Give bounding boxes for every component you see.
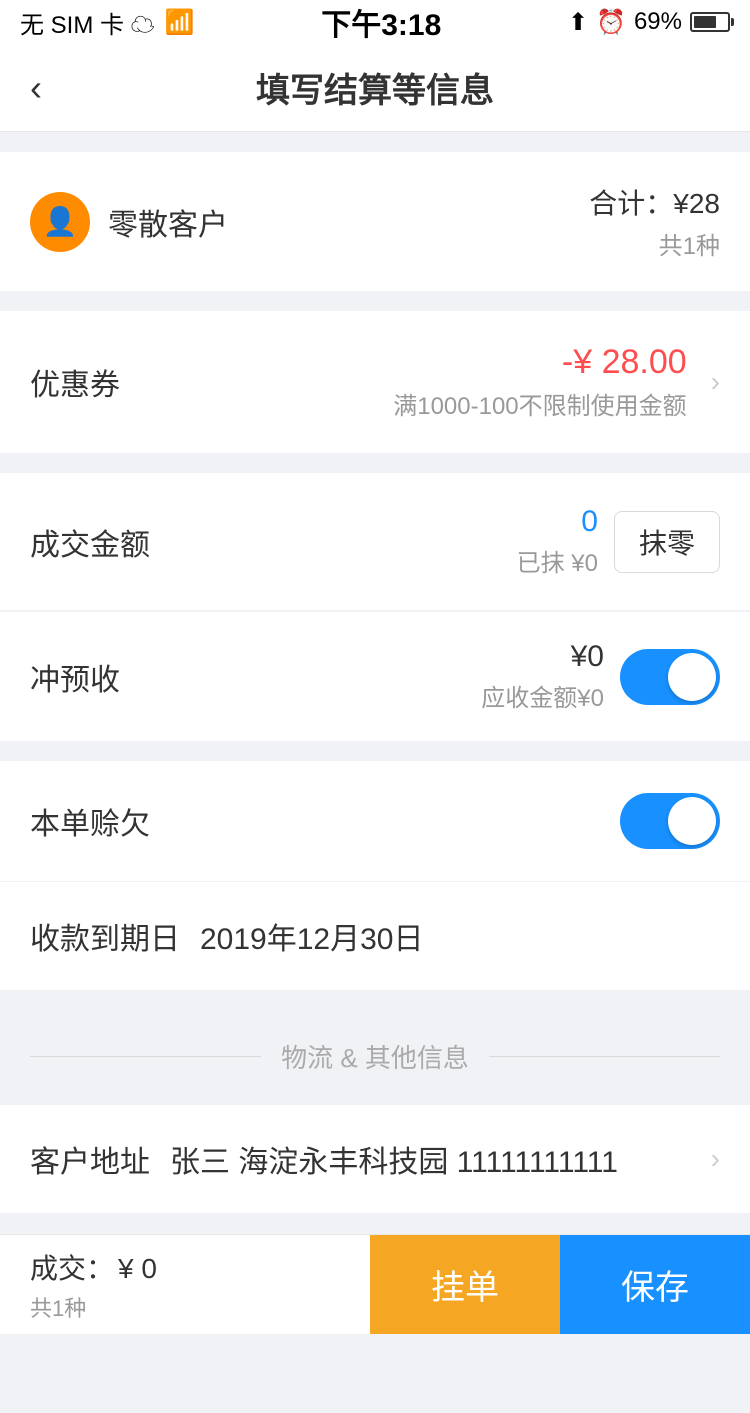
deal-amount-right: 0 已抹 ¥0 抹零 [517, 505, 720, 578]
status-bar-left: 无 SIM 卡 ☁ 📶 [20, 5, 195, 40]
logistics-line-right [489, 1056, 720, 1057]
coupon-label: 优惠券 [30, 360, 120, 404]
due-date-value: 2019年12月30日 [200, 914, 423, 958]
deal-amount-row: 成交金额 0 已抹 ¥0 抹零 [0, 473, 750, 611]
status-bar-time: 下午3:18 [321, 0, 441, 44]
divider-4 [0, 990, 750, 1010]
prepayment-right: ¥0 应收金额¥0 [481, 640, 720, 713]
coupon-chevron-icon: › [711, 366, 720, 398]
address-value: 张三 海淀永丰科技园 11111111111 [170, 1137, 703, 1181]
due-date-row: 收款到期日 2019年12月30日 [0, 881, 750, 990]
debt-label: 本单赊欠 [30, 799, 150, 843]
hold-button[interactable]: 挂单 [370, 1235, 560, 1334]
footer-info: 成交： ¥ 0 共1种 [0, 1235, 370, 1334]
coupon-right: -¥ 28.00 满1000-100不限制使用金额 › [393, 343, 720, 421]
logistics-header: 物流 & 其他信息 [0, 1010, 750, 1103]
divider-1 [0, 291, 750, 311]
round-button[interactable]: 抹零 [614, 511, 720, 573]
customer-right: 合计：¥28 共1种 [589, 182, 720, 261]
logistics-line-left [30, 1056, 261, 1057]
logistics-title-wrap: 物流 & 其他信息 [30, 1038, 720, 1075]
coupon-section: 优惠券 -¥ 28.00 满1000-100不限制使用金额 › [0, 311, 750, 453]
coupon-value: -¥ 28.00 [393, 343, 686, 382]
footer: 成交： ¥ 0 共1种 挂单 保存 [0, 1234, 750, 1334]
customer-total: 合计：¥28 [589, 182, 720, 222]
save-button[interactable]: 保存 [560, 1235, 750, 1334]
divider-3 [0, 741, 750, 761]
prepayment-value: ¥0 [481, 640, 604, 674]
coupon-subtext: 满1000-100不限制使用金额 [393, 386, 686, 421]
battery-icon [690, 12, 730, 32]
nav-bar: ‹ 填写结算等信息 [0, 44, 750, 132]
customer-left: 👤 零散客户 [30, 192, 228, 252]
location-icon: ⬆ [568, 8, 588, 37]
address-row[interactable]: 客户地址 张三 海淀永丰科技园 11111111111 › [0, 1105, 750, 1213]
no-sim-label: 无 SIM 卡 ☁ [20, 5, 155, 40]
logistics-title: 物流 & 其他信息 [281, 1038, 469, 1075]
footer-deal-amount: ¥ 0 [118, 1253, 157, 1285]
page-title: 填写结算等信息 [256, 63, 494, 112]
deal-amount-subtext: 已抹 ¥0 [517, 543, 598, 578]
prepayment-row: 冲预收 ¥0 应收金额¥0 [0, 611, 750, 741]
coupon-row[interactable]: 优惠券 -¥ 28.00 满1000-100不限制使用金额 › [0, 311, 750, 453]
prepayment-toggle[interactable] [620, 649, 720, 705]
footer-count: 共1种 [30, 1291, 340, 1323]
status-bar: 无 SIM 卡 ☁ 📶 下午3:18 ⬆ ⏰ 69% [0, 0, 750, 44]
debt-section: 本单赊欠 收款到期日 2019年12月30日 [0, 761, 750, 990]
address-section: 客户地址 张三 海淀永丰科技园 11111111111 › [0, 1105, 750, 1213]
address-label: 客户地址 [30, 1137, 150, 1181]
prepayment-subtext: 应收金额¥0 [481, 678, 604, 713]
divider-2 [0, 453, 750, 473]
prepayment-left: 冲预收 [30, 655, 120, 699]
status-bar-right: ⬆ ⏰ 69% [568, 8, 730, 37]
back-button[interactable]: ‹ [30, 67, 42, 109]
address-chevron-icon: › [711, 1143, 720, 1175]
prepayment-label: 冲预收 [30, 655, 120, 699]
footer-deal-row: 成交： ¥ 0 [30, 1247, 340, 1287]
debt-row: 本单赊欠 [0, 761, 750, 881]
wifi-icon: 📶 [165, 8, 195, 37]
deal-amount-label: 成交金额 [30, 520, 150, 564]
customer-count: 共1种 [589, 226, 720, 261]
customer-name: 零散客户 [108, 200, 228, 244]
footer-deal-label: 成交： [30, 1247, 114, 1287]
hold-button-label: 挂单 [431, 1260, 499, 1309]
debt-toggle[interactable] [620, 793, 720, 849]
alarm-icon: ⏰ [596, 8, 626, 37]
deal-amount-value: 0 [517, 505, 598, 539]
debt-toggle-knob [668, 797, 716, 845]
avatar-icon: 👤 [43, 205, 78, 238]
customer-avatar: 👤 [30, 192, 90, 252]
battery-percent: 69% [634, 8, 682, 36]
save-button-label: 保存 [621, 1260, 689, 1309]
transaction-section: 成交金额 0 已抹 ¥0 抹零 冲预收 ¥0 应收金额¥0 [0, 473, 750, 741]
due-date-label: 收款到期日 [30, 914, 180, 958]
customer-row: 👤 零散客户 合计：¥28 共1种 [0, 152, 750, 291]
toggle-knob [668, 653, 716, 701]
